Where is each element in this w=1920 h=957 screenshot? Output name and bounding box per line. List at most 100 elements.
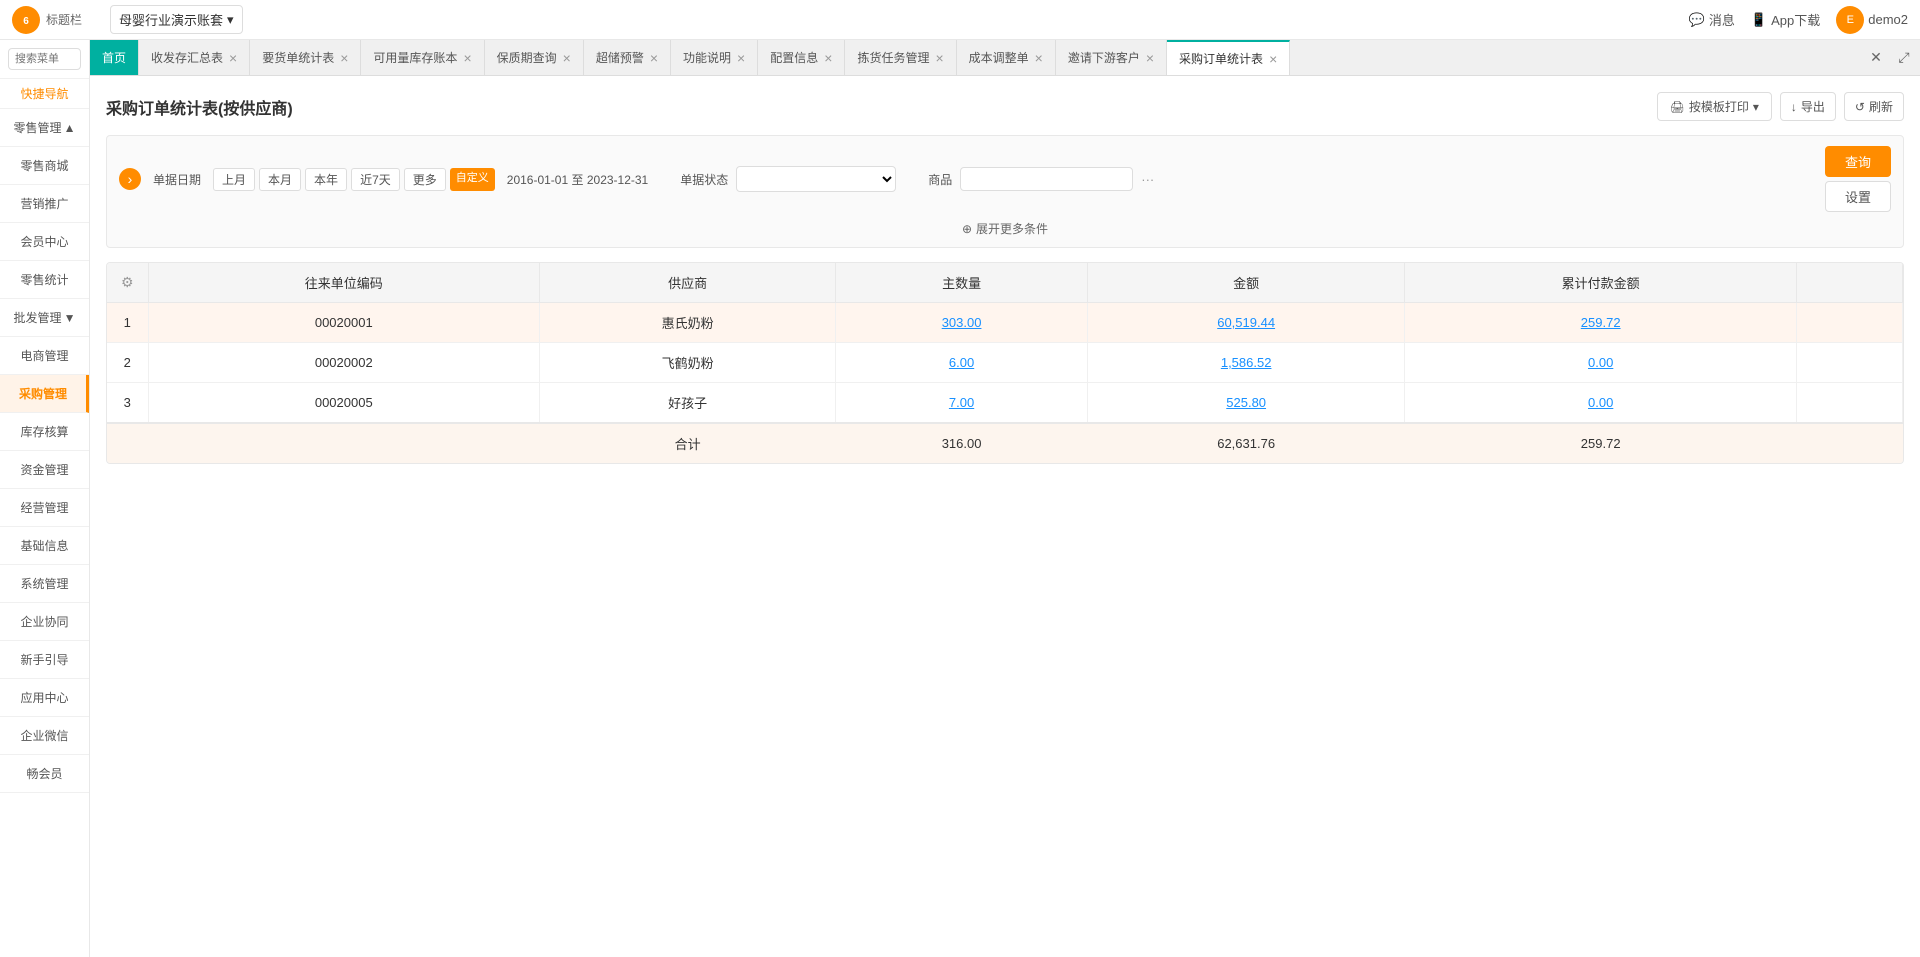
footer-extra <box>1796 423 1902 463</box>
filter-area: › 单据日期 上月 本月 本年 近7天 更多 自定义 2016-01-01 至 <box>106 135 1904 248</box>
sidebar-item-label: 经营管理 <box>20 501 68 515</box>
row-qty[interactable]: 303.00 <box>836 303 1088 343</box>
filter-toggle-button[interactable]: › <box>119 168 141 190</box>
sidebar-item-system-mgmt[interactable]: 系统管理 <box>0 565 89 603</box>
close-tab-button[interactable]: ✕ <box>1864 46 1888 70</box>
row-amount[interactable]: 1,586.52 <box>1087 343 1405 383</box>
sidebar-item-marketing[interactable]: 营销推广 <box>0 185 89 223</box>
sidebar-item-new-guide[interactable]: 新手引导 <box>0 641 89 679</box>
sidebar-item-enterprise-wechat[interactable]: 企业微信 <box>0 717 89 755</box>
sidebar-item-retail-stats[interactable]: 零售统计 <box>0 261 89 299</box>
date-btn-7days[interactable]: 近7天 <box>351 168 400 191</box>
tab-available-stock[interactable]: 可用量库存账本 × <box>361 40 484 76</box>
date-btn-more[interactable]: 更多 <box>404 168 446 191</box>
tab-function-desc[interactable]: 功能说明 × <box>671 40 758 76</box>
row-qty[interactable]: 6.00 <box>836 343 1088 383</box>
date-btn-this-month[interactable]: 本月 <box>259 168 301 191</box>
column-supplier: 供应商 <box>539 263 835 303</box>
tab-picking-task[interactable]: 拣货任务管理 × <box>845 40 956 76</box>
tab-expiry-query[interactable]: 保质期查询 × <box>485 40 584 76</box>
search-action-area: 查询 设置 <box>1825 146 1891 212</box>
tab-home[interactable]: 首页 <box>90 40 139 76</box>
app-download-label: App下载 <box>1771 10 1820 29</box>
row-amount[interactable]: 60,519.44 <box>1087 303 1405 343</box>
tab-close-icon[interactable]: × <box>563 50 571 66</box>
table-row: 1 00020001 惠氏奶粉 303.00 60,519.44 259.72 <box>107 303 1903 343</box>
filter-settings-button[interactable]: 设置 <box>1825 181 1891 212</box>
tab-close-icon[interactable]: × <box>1269 51 1277 67</box>
logo-area: 6 标题栏 <box>12 6 82 34</box>
refresh-button[interactable]: ↺ 刷新 <box>1844 92 1904 121</box>
sidebar-item-finance-mgmt[interactable]: 资金管理 <box>0 451 89 489</box>
filter-row-1: › 单据日期 上月 本月 本年 近7天 更多 自定义 2016-01-01 至 <box>119 146 1891 212</box>
tab-cost-adjust[interactable]: 成本调整单 × <box>957 40 1056 76</box>
sidebar-item-inventory-check[interactable]: 库存核算 <box>0 413 89 451</box>
tab-config-info[interactable]: 配置信息 × <box>758 40 845 76</box>
tab-close-icon[interactable]: × <box>229 50 237 66</box>
sidebar-item-wholesale-mgmt[interactable]: 批发管理 ▼ <box>0 299 89 337</box>
print-button[interactable]: 🖨 按模板打印 ▾ <box>1657 92 1772 121</box>
row-paid[interactable]: 0.00 <box>1405 343 1796 383</box>
row-paid[interactable]: 259.72 <box>1405 303 1796 343</box>
tab-invite-downstream[interactable]: 邀请下游客户 × <box>1056 40 1167 76</box>
sidebar-item-enterprise-collab[interactable]: 企业协同 <box>0 603 89 641</box>
app-download-button[interactable]: 📱 App下载 <box>1751 10 1820 29</box>
tab-close-icon[interactable]: × <box>737 50 745 66</box>
export-button[interactable]: ↓ 导出 <box>1780 92 1836 121</box>
column-settings[interactable]: ⚙ <box>107 263 148 303</box>
sidebar-item-vip-member[interactable]: 畅会员 <box>0 755 89 793</box>
sidebar-item-label: 新手引导 <box>20 653 68 667</box>
tab-bar: 首页 收发存汇总表 × 要货单统计表 × 可用量库存账本 × 保质期查询 × 超… <box>90 40 1920 76</box>
row-qty[interactable]: 7.00 <box>836 383 1088 424</box>
user-profile[interactable]: E demo2 <box>1836 6 1908 34</box>
goods-input[interactable] <box>960 167 1133 191</box>
row-no: 3 <box>107 383 148 424</box>
sidebar-item-retail-mgmt[interactable]: 零售管理 ▲ <box>0 109 89 147</box>
table-row: 3 00020005 好孩子 7.00 525.80 0.00 <box>107 383 1903 424</box>
expand-icon: ⊕ <box>962 222 972 236</box>
date-btn-last-month[interactable]: 上月 <box>213 168 255 191</box>
tab-order-summary[interactable]: 要货单统计表 × <box>250 40 361 76</box>
sidebar-item-basic-info[interactable]: 基础信息 <box>0 527 89 565</box>
search-button[interactable]: 查询 <box>1825 146 1891 177</box>
sidebar-item-retail-shop[interactable]: 零售商城 <box>0 147 89 185</box>
sidebar-item-label: 畅会员 <box>26 767 62 781</box>
sidebar-item-member-center[interactable]: 会员中心 <box>0 223 89 261</box>
tab-label: 收发存汇总表 <box>151 49 223 66</box>
data-table: ⚙ 往来单位编码 供应商 主数量 金额 累计付款金额 1 <box>107 263 1903 463</box>
tab-purchase-summary[interactable]: 采购订单统计表 × <box>1167 40 1290 76</box>
maximize-button[interactable]: ⤢ <box>1892 46 1916 70</box>
tab-income-summary[interactable]: 收发存汇总表 × <box>139 40 250 76</box>
sidebar-item-label: 应用中心 <box>20 691 68 705</box>
tab-label: 拣货任务管理 <box>857 49 929 66</box>
goods-more-icon[interactable]: ··· <box>1141 172 1154 187</box>
row-paid[interactable]: 0.00 <box>1405 383 1796 424</box>
sidebar-item-purchase-mgmt[interactable]: 采购管理 <box>0 375 89 413</box>
tab-close-icon[interactable]: × <box>1035 50 1043 66</box>
expand-label: 展开更多条件 <box>976 220 1048 237</box>
row-amount[interactable]: 525.80 <box>1087 383 1405 424</box>
settings-icon[interactable]: ⚙ <box>121 274 134 290</box>
tab-close-icon[interactable]: × <box>463 50 471 66</box>
expand-filter-button[interactable]: ⊕ 展开更多条件 <box>962 220 1048 237</box>
sidebar-item-app-center[interactable]: 应用中心 <box>0 679 89 717</box>
message-button[interactable]: 💬 消息 <box>1689 10 1735 29</box>
tab-close-icon[interactable]: × <box>340 50 348 66</box>
tab-close-icon[interactable]: × <box>935 50 943 66</box>
tab-close-icon[interactable]: × <box>1146 50 1154 66</box>
tab-close-icon[interactable]: × <box>824 50 832 66</box>
sidebar-item-quick-nav[interactable]: 快捷导航 <box>0 79 89 109</box>
tab-overstock-warning[interactable]: 超储预警 × <box>584 40 671 76</box>
workspace-selector[interactable]: 母婴行业演示账套 ▾ <box>110 5 243 34</box>
footer-paid: 259.72 <box>1405 423 1796 463</box>
sidebar-item-label: 营销推广 <box>20 197 68 211</box>
sidebar-item-label: 系统管理 <box>20 577 68 591</box>
sidebar-item-label: 会员中心 <box>20 235 68 249</box>
search-input[interactable] <box>8 48 81 70</box>
tab-close-icon[interactable]: × <box>650 50 658 66</box>
status-select[interactable] <box>736 166 896 192</box>
date-btn-this-year[interactable]: 本年 <box>305 168 347 191</box>
row-extra <box>1796 303 1902 343</box>
sidebar-item-ecommerce-mgmt[interactable]: 电商管理 <box>0 337 89 375</box>
sidebar-item-operations-mgmt[interactable]: 经营管理 <box>0 489 89 527</box>
